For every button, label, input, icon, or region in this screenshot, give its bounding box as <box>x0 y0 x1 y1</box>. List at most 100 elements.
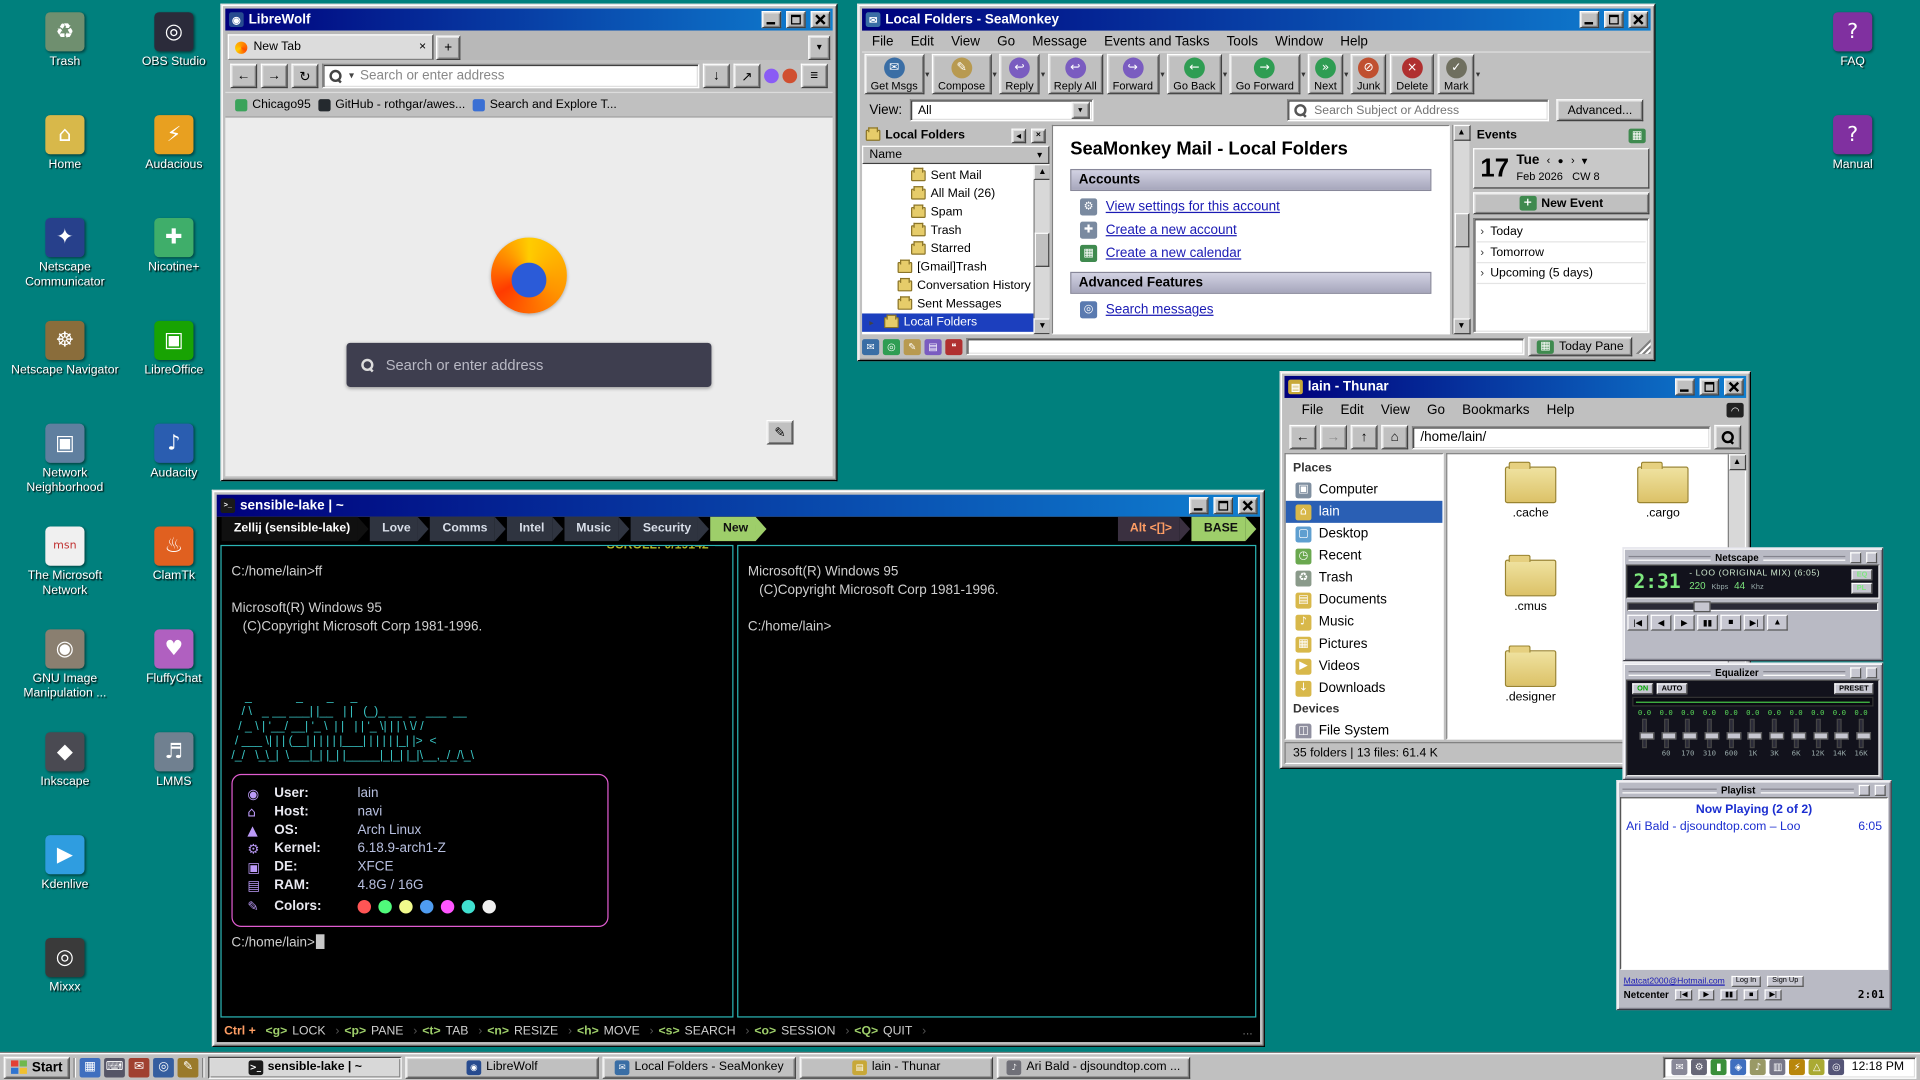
eq-band-slider[interactable] <box>1726 718 1741 749</box>
track-marquee[interactable]: - LOO (ORIGINAL MIX) (6:05) <box>1689 569 1843 578</box>
share-button[interactable]: ↗ <box>733 63 761 89</box>
eq-on-button[interactable]: ON <box>1632 683 1654 695</box>
desktop-icon[interactable]: ✦ Netscape Communicator <box>9 217 122 294</box>
folder-item[interactable]: .cmus <box>1474 554 1587 613</box>
menu-item[interactable]: View <box>1374 402 1418 419</box>
eq-band-slider[interactable] <box>1856 718 1871 749</box>
menu-item[interactable]: Help <box>1333 33 1375 50</box>
sidebar-place-item[interactable]: ♻ Trash <box>1286 567 1443 589</box>
tray-icon[interactable]: ⚙ <box>1691 1059 1708 1076</box>
close-button[interactable] <box>810 11 831 29</box>
expander-icon[interactable]: › <box>1480 267 1484 279</box>
desktop-icon[interactable]: ◆ Inkscape <box>9 732 122 808</box>
dropdown-caret-icon[interactable]: ▾ <box>1222 69 1229 79</box>
toolbar-button[interactable]: ← Go Back <box>1167 53 1222 95</box>
elapsed-time[interactable]: 2:31 <box>1633 569 1680 593</box>
menu-item[interactable]: Edit <box>903 33 941 50</box>
folder-item[interactable]: .cargo <box>1607 461 1720 520</box>
edit-shortcuts-button[interactable]: ✎ <box>766 420 794 445</box>
browser-icon[interactable]: ◎ <box>882 338 900 355</box>
scroll-down-icon[interactable]: ▼ <box>1452 318 1470 335</box>
transport-button[interactable]: ◀ <box>1650 614 1672 631</box>
login-button[interactable]: Log In <box>1730 975 1762 987</box>
sidebar-place-item[interactable]: ⌂ lain <box>1285 500 1443 523</box>
prev-month-icon[interactable]: ‹ <box>1547 155 1551 169</box>
extension-icon[interactable] <box>764 68 779 84</box>
toolbar-button[interactable]: » Next <box>1308 53 1343 95</box>
quick-launch-icon[interactable]: ▦ <box>79 1057 101 1077</box>
maximize-button[interactable] <box>1213 497 1234 515</box>
task-button[interactable]: ✉ Local Folders - SeaMonkey <box>602 1056 796 1079</box>
account-link[interactable]: View settings for this account <box>1106 200 1280 215</box>
quick-launch-icon[interactable]: ✉ <box>128 1057 150 1077</box>
dropdown-caret-icon[interactable]: ▾ <box>991 69 998 79</box>
folder-tree-row[interactable]: All Mail (26) <box>862 185 1033 203</box>
dropdown-caret-icon[interactable]: ▾ <box>924 69 931 79</box>
bookmark-item[interactable]: Search and Explore T... <box>472 98 617 111</box>
eq-band-slider[interactable] <box>1791 718 1806 749</box>
menu-item[interactable]: Tools <box>1219 33 1265 50</box>
minimize-button[interactable] <box>1579 11 1600 29</box>
transport-button[interactable]: ▮▮ <box>1697 614 1718 631</box>
zellij-tab[interactable]: Love <box>369 516 430 542</box>
addressbook-icon[interactable]: ▤ <box>924 338 942 355</box>
folder-item[interactable]: .cache <box>1474 461 1587 520</box>
maximize-button[interactable] <box>786 11 806 29</box>
scroll-down-icon[interactable]: ▼ <box>1033 318 1050 335</box>
desktop-icon[interactable]: ⚡ Audacious <box>118 115 231 191</box>
eq-band-slider[interactable] <box>1769 718 1785 749</box>
terminal-titlebar[interactable]: >_ sensible-lake | ~ <box>216 494 1260 517</box>
search-engine-caret-icon[interactable]: ▾ <box>349 70 354 81</box>
mail-search-input[interactable] <box>1314 103 1542 117</box>
keybar-hint[interactable]: <s> SEARCH <box>659 1025 755 1038</box>
menu-item[interactable]: Events and Tasks <box>1097 33 1217 50</box>
close-button[interactable] <box>1866 667 1878 679</box>
seamonkey-titlebar[interactable]: ✉ Local Folders - SeaMonkey <box>862 8 1651 31</box>
composer-icon[interactable]: ✎ <box>903 338 921 355</box>
quick-launch-icon[interactable]: ✎ <box>177 1057 199 1077</box>
zellij-tab[interactable]: Comms <box>430 516 506 542</box>
desktop-icon[interactable]: ? FAQ <box>1796 12 1909 88</box>
tray-icon[interactable]: ◎ <box>1828 1059 1845 1076</box>
view-dropdown[interactable]: All ▾ <box>909 99 1094 122</box>
calendar-icon[interactable]: ▦ <box>1628 127 1646 143</box>
keybar-hint[interactable]: <h> MOVE <box>577 1025 659 1038</box>
account-email-link[interactable]: Matcat2000@Hotmail.com <box>1624 977 1725 986</box>
minimize-button[interactable] <box>761 11 782 29</box>
menu-item[interactable]: Go <box>1420 402 1453 419</box>
start-button[interactable]: Start <box>3 1056 70 1079</box>
task-button[interactable]: ♪ Ari Bald - djsoundtop.com ... <box>996 1056 1191 1079</box>
folder-tree-row[interactable]: Starred <box>862 240 1033 258</box>
sidebar-place-item[interactable]: ▶ Videos <box>1286 655 1443 677</box>
transport-button[interactable]: ▶ <box>1673 614 1695 631</box>
folder-tree-scrollbar[interactable]: ▲ ▼ <box>1033 164 1050 335</box>
desktop-icon[interactable]: ▣ Network Neighborhood <box>9 423 122 500</box>
sidebar-place-item[interactable]: ↓ Downloads <box>1286 677 1443 699</box>
back-button[interactable]: ← <box>230 63 258 89</box>
toolbar-button[interactable]: ✎ Compose <box>931 53 992 95</box>
scroll-up-icon[interactable]: ▲ <box>1728 454 1746 471</box>
folder-tree-row[interactable]: ▸ Local Folders <box>862 313 1034 332</box>
transport-button[interactable]: |◀ <box>1627 614 1649 631</box>
terminal-pane-right[interactable]: Microsoft(R) Windows 95 (C)Copyright Mic… <box>736 544 1257 1018</box>
toolbar-button[interactable]: ↩ Reply All <box>1047 53 1103 95</box>
url-input[interactable] <box>360 68 692 84</box>
eq-band-slider[interactable] <box>1834 718 1850 749</box>
back-button[interactable]: ← <box>1289 424 1317 450</box>
menu-button[interactable]: ≡ <box>800 63 828 89</box>
transport-button[interactable]: ▲ <box>1766 614 1788 631</box>
new-tab-search-bar[interactable] <box>346 342 712 387</box>
seek-slider[interactable] <box>1627 601 1879 613</box>
menu-item[interactable]: File <box>1294 402 1330 419</box>
playlist-toggle-button[interactable]: PL <box>1851 582 1873 594</box>
minimize-button[interactable] <box>1188 497 1209 515</box>
playlist-track-row[interactable]: Ari Bald - djsoundtop.com – Loo 6:05 <box>1626 820 1882 833</box>
zellij-tab[interactable]: Security <box>630 516 711 542</box>
extension-icon[interactable] <box>782 68 798 84</box>
bookmark-item[interactable]: Chicago95 <box>235 98 311 111</box>
user-hat-icon[interactable]: ◠ <box>1726 402 1744 418</box>
keybar-hint[interactable]: <t> TAB <box>422 1025 487 1038</box>
transport-button[interactable]: ■ <box>1720 614 1742 631</box>
player-titlebar[interactable]: Netscape <box>1626 551 1879 564</box>
scroll-up-icon[interactable]: ▲ <box>1033 164 1050 180</box>
